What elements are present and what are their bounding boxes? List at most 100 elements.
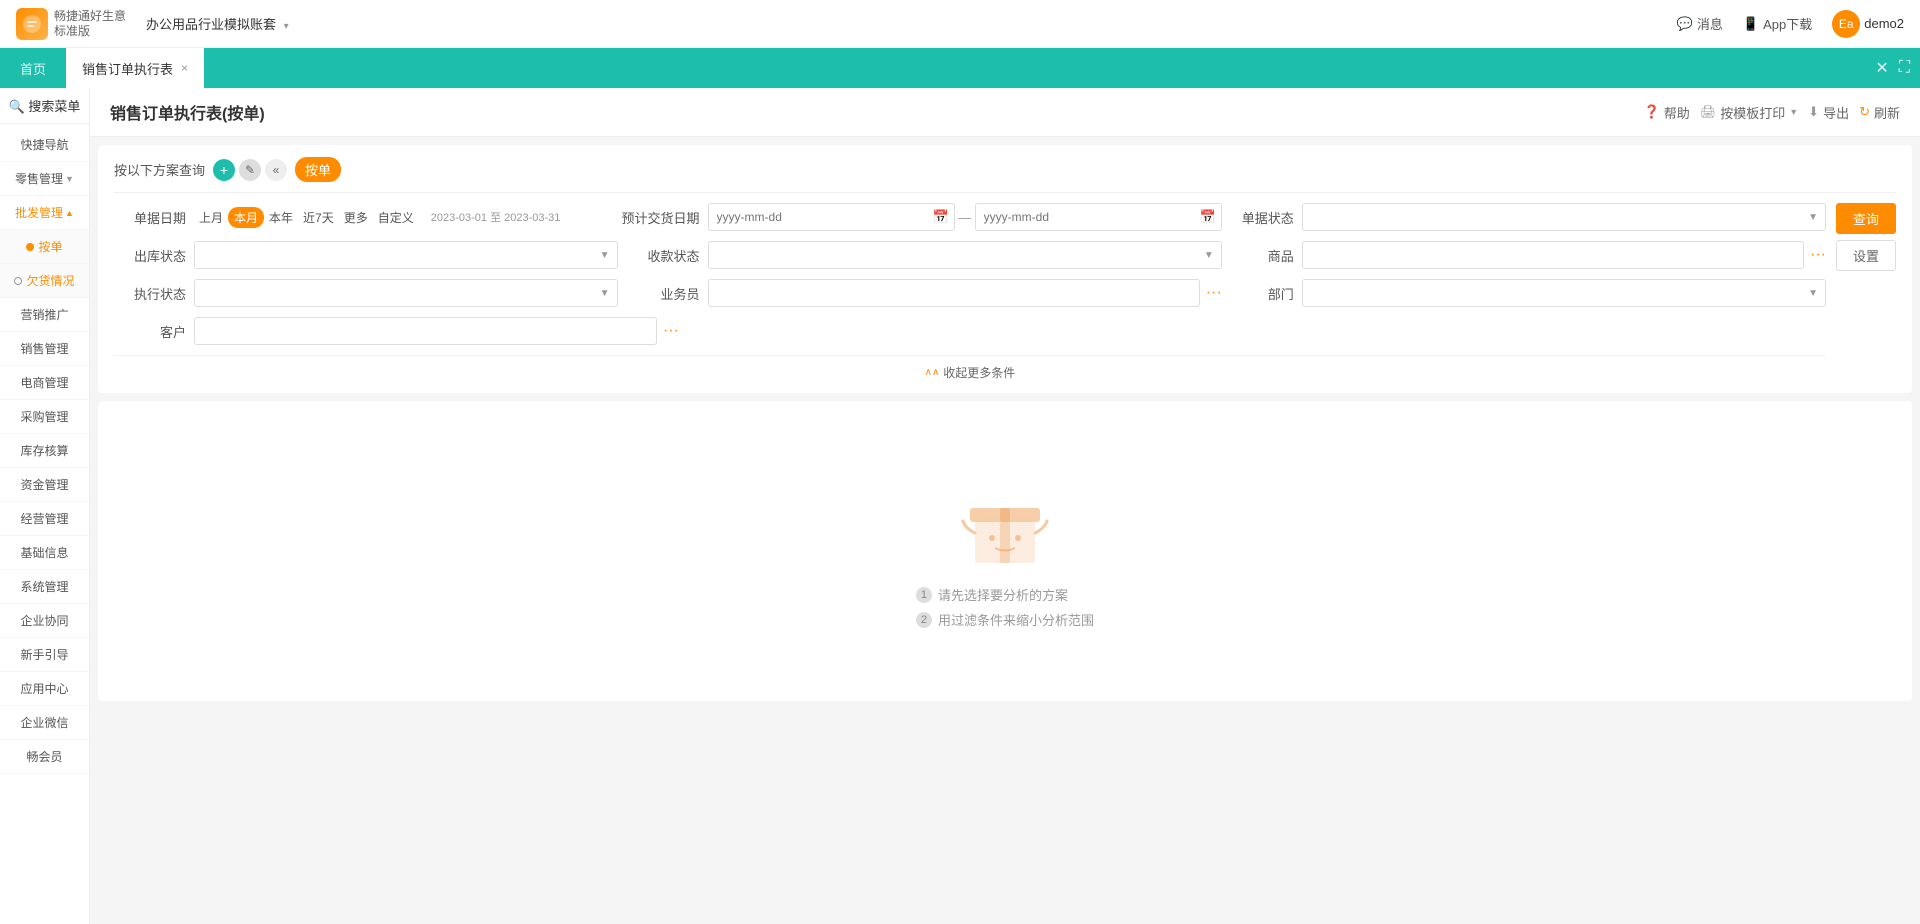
sidebar-nav: 快捷导航 零售管理 ▼ 批发管理 ▲ 按单 欠货情况 [0,124,89,778]
empty-illustration [955,473,1055,573]
empty-state: 1 请先选择要分析的方案 2 用过滤条件来缩小分析范围 [876,433,1134,669]
collapse-icon: ∧∧ [925,367,940,378]
sidebar-item-newbie[interactable]: 新手引导 [0,638,89,672]
product-input[interactable] [1302,241,1804,269]
date-label: 单据日期 [114,208,194,227]
top-bar-left: 畅捷通好生意 标准版 办公用品行业模拟账套 ▾ [16,8,289,40]
filter-row-3: 执行状态 ▼ 业务员 [114,279,1826,307]
filter-item-salesperson: 业务员 ··· [618,279,1222,307]
top-bar: 畅捷通好生意 标准版 办公用品行业模拟账套 ▾ 💬 消息 📱 App下载 Ea … [0,0,1920,48]
sidebar-item-shortcuts[interactable]: 快捷导航 [0,128,89,162]
dept-select[interactable] [1302,279,1826,307]
date-btn-lastmonth[interactable]: 上月 [194,207,228,228]
sidebar-item-purchase[interactable]: 采购管理 [0,400,89,434]
sidebar-item-appstore[interactable]: 应用中心 [0,672,89,706]
filter-left: 单据日期 上月 本月 本年 近7天 更多 自定义 [114,203,1826,381]
sidebar-item-inventory[interactable]: 库存核算 [0,434,89,468]
help-icon: ❓ [1644,104,1660,120]
sidebar-item-system[interactable]: 系统管理 [0,570,89,604]
tab-sales-order[interactable]: 销售订单执行表 × [66,48,204,88]
date-range-text: 2023-03-01 至 2023-03-31 [431,209,561,225]
help-button[interactable]: ❓ 帮助 [1644,103,1690,122]
scheme-add-button[interactable]: + [213,159,235,181]
chevron-up-icon: ▲ [65,208,74,218]
messages-button[interactable]: 💬 消息 [1677,14,1723,33]
filter-item-dept: 部门 ▼ [1222,279,1826,307]
scheme-option-batch[interactable]: 按单 [295,157,341,182]
window-close-button[interactable]: ✕ [1875,58,1888,78]
sidebar-item-batch[interactable]: 按单 [0,230,89,264]
filter-rows: 单据日期 上月 本月 本年 近7天 更多 自定义 [114,203,1826,345]
export-button[interactable]: ⬇ 导出 [1808,103,1849,122]
avatar: Ea [1832,10,1860,38]
filter-content: 单据日期 上月 本月 本年 近7天 更多 自定义 [114,203,1896,381]
scheme-collapse-button[interactable]: « [265,159,287,181]
content-area: 销售订单执行表(按单) ❓ 帮助 🖨 按模板打印 ▼ ⬇ 导出 ↻ 刷新 [90,88,1920,924]
sidebar-item-operations[interactable]: 经营管理 [0,502,89,536]
date-btn-thisyear[interactable]: 本年 [264,207,298,228]
empty-box-svg [955,473,1055,573]
tip-num-1: 1 [916,587,932,603]
sidebar-item-debt[interactable]: 欠货情况 [0,264,89,298]
product-dots-button[interactable]: ··· [1810,246,1826,264]
sidebar-item-wechat[interactable]: 企业微信 [0,706,89,740]
salesperson-dots-button[interactable]: ··· [1206,284,1222,302]
tab-home[interactable]: 首页 [0,48,66,88]
collapse-button[interactable]: ∧∧ 收起更多条件 [114,355,1826,381]
query-button[interactable]: 查询 [1836,203,1896,234]
sidebar-item-sales[interactable]: 销售管理 [0,332,89,366]
sidebar: 🔍 搜索菜单 快捷导航 零售管理 ▼ 批发管理 ▲ 按单 [0,88,90,924]
print-button[interactable]: 🖨 按模板打印 ▼ [1700,103,1798,122]
payment-select[interactable] [708,241,1222,269]
expected-date-to: 📅 [975,203,1222,231]
date-btn-more[interactable]: 更多 [339,207,373,228]
expected-date-from-input[interactable] [708,203,955,231]
sidebar-item-finance[interactable]: 资金管理 [0,468,89,502]
payment-label: 收款状态 [618,246,708,265]
empty-tip-2: 2 用过滤条件来缩小分析范围 [916,610,1094,629]
salesperson-input[interactable] [708,279,1200,307]
date-btn-thismonth[interactable]: 本月 [228,207,264,228]
filter-item-product: 商品 ··· [1222,241,1826,269]
sidebar-item-enterprise[interactable]: 企业协同 [0,604,89,638]
date-btn-7days[interactable]: 近7天 [298,207,339,228]
nav-tabs-right: ✕ ⛶ [1875,58,1920,78]
sidebar-item-ecommerce[interactable]: 电商管理 [0,366,89,400]
filter-row-2: 出库状态 ▼ 收款状态 [114,241,1826,269]
refresh-button[interactable]: ↻ 刷新 [1859,103,1900,122]
sidebar-item-basic[interactable]: 基础信息 [0,536,89,570]
scheme-btn-group: + ✎ « [213,159,287,181]
sidebar-item-retail[interactable]: 零售管理 ▼ [0,162,89,196]
calendar-icon-from[interactable]: 📅 [932,209,948,225]
tab-close-button[interactable]: × [181,61,188,75]
app-download-button[interactable]: 📱 App下载 [1743,14,1812,33]
filter-item-outstock: 出库状态 ▼ [114,241,618,269]
status-select[interactable] [1302,203,1826,231]
filter-item-status: 单据状态 ▼ [1222,203,1826,231]
exec-select-wrapper: ▼ [194,279,618,307]
sidebar-item-wholesale[interactable]: 批发管理 ▲ [0,196,89,230]
filter-item-customer: 客户 ··· [114,317,679,345]
customer-dots-button[interactable]: ··· [663,322,679,340]
scheme-edit-button[interactable]: ✎ [239,159,261,181]
status-label: 单据状态 [1222,208,1302,227]
outstock-select[interactable] [194,241,618,269]
payment-select-wrapper: ▼ [708,241,1222,269]
page-actions: ❓ 帮助 🖨 按模板打印 ▼ ⬇ 导出 ↻ 刷新 [1644,103,1901,122]
expected-date-to-input[interactable] [975,203,1222,231]
main-layout: 🔍 搜索菜单 快捷导航 零售管理 ▼ 批发管理 ▲ 按单 [0,88,1920,924]
calendar-icon-to[interactable]: 📅 [1200,209,1216,225]
date-btn-custom[interactable]: 自定义 [373,207,419,228]
sidebar-item-marketing[interactable]: 营销推广 [0,298,89,332]
logo-icon [16,8,48,40]
filter-item-date: 单据日期 上月 本月 本年 近7天 更多 自定义 [114,207,618,228]
settings-button[interactable]: 设置 [1836,240,1896,271]
sidebar-item-member[interactable]: 畅会员 [0,740,89,774]
user-profile[interactable]: Ea demo2 [1832,10,1904,38]
window-maximize-button[interactable]: ⛶ [1899,59,1910,77]
export-icon: ⬇ [1808,104,1819,120]
sidebar-search[interactable]: 🔍 搜索菜单 [0,88,89,124]
customer-input[interactable] [194,317,657,345]
industry-selector[interactable]: 办公用品行业模拟账套 ▾ [146,14,289,33]
exec-select[interactable] [194,279,618,307]
